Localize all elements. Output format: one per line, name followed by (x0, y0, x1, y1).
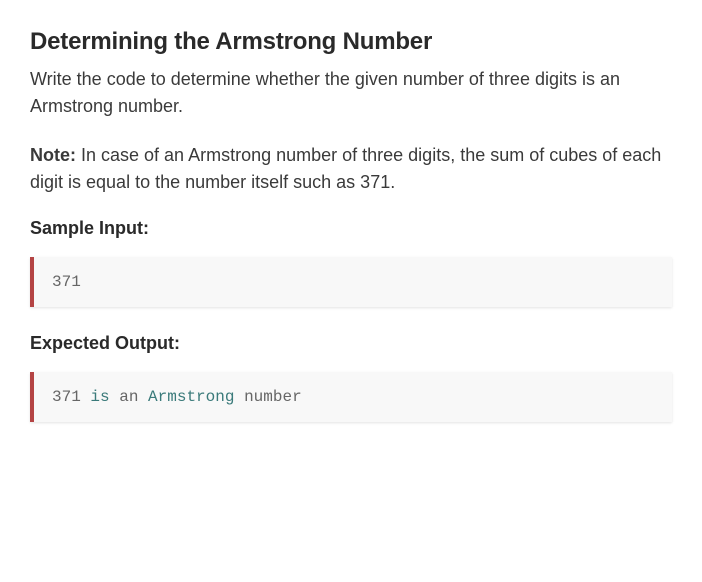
expected-output-label: Expected Output: (30, 333, 672, 354)
note-label: Note: (30, 145, 76, 165)
page-title: Determining the Armstrong Number (30, 28, 672, 56)
note-text: In case of an Armstrong number of three … (30, 145, 661, 192)
problem-note: Note: In case of an Armstrong number of … (30, 142, 672, 196)
output-token-number: number (244, 388, 302, 406)
output-token-is: is (90, 388, 109, 406)
expected-output-block: 371 is an Armstrong number (30, 372, 672, 422)
sample-input-label: Sample Input: (30, 218, 672, 239)
output-token-an: an (119, 388, 138, 406)
output-token-num: 371 (52, 388, 81, 406)
problem-description: Write the code to determine whether the … (30, 66, 672, 120)
sample-input-value: 371 (52, 273, 81, 291)
sample-input-block: 371 (30, 257, 672, 307)
output-token-armstrong: Armstrong (148, 388, 234, 406)
